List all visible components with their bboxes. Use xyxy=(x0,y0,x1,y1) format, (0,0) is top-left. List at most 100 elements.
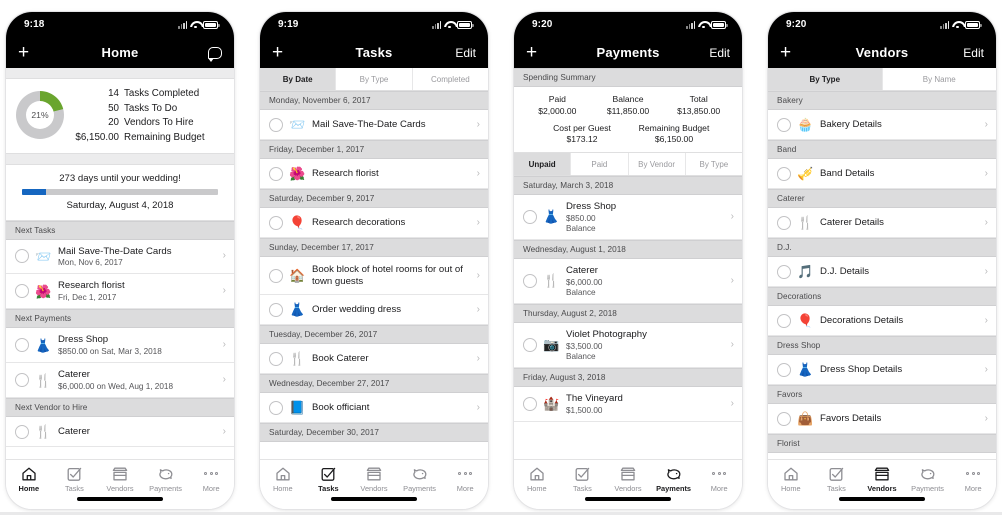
list-item[interactable]: 🏰 The Vineyard $1,500.00 › xyxy=(514,386,742,422)
chevron-right-icon: › xyxy=(476,352,480,364)
list-item[interactable]: 🏠 Book block of hotel rooms for out of to… xyxy=(260,257,488,295)
tab-home[interactable]: Home xyxy=(262,465,304,493)
list-item[interactable]: 👗 Dress Shop Details › xyxy=(768,355,996,385)
list-item[interactable]: 🍴 Caterer $6,000.00 Balance › xyxy=(514,258,742,304)
tab-vendors[interactable]: Vendors xyxy=(99,465,141,493)
tab-home[interactable]: Home xyxy=(8,465,50,493)
screen-content-payments[interactable]: Spending Summary Paid $2,000.00 Balance $11,… xyxy=(514,68,742,509)
tab-vendors[interactable]: Vendors xyxy=(607,465,649,493)
segment-by-type[interactable]: By Type xyxy=(768,68,883,90)
tab-more[interactable]: More xyxy=(444,465,486,493)
checkbox-circle[interactable] xyxy=(523,396,537,411)
plus-icon[interactable]: + xyxy=(18,43,29,62)
tab-tasks[interactable]: Tasks xyxy=(561,465,603,493)
spending-label: Remaining Budget xyxy=(638,122,710,133)
list-item[interactable]: 🎺 Band Details › xyxy=(768,159,996,189)
checkbox-circle[interactable] xyxy=(523,337,537,352)
tab-tasks[interactable]: Tasks xyxy=(53,465,95,493)
tab-tasks[interactable]: Tasks xyxy=(307,465,349,493)
summary-stat-label: Tasks To Do xyxy=(124,102,178,114)
list-item[interactable]: 🌺 Research florist Fri, Dec 1, 2017 › xyxy=(6,274,234,310)
screen-content-home[interactable]: 21% 14 Tasks Completed 50 Tasks To Do 20 Vendo… xyxy=(6,68,234,509)
spending-label: Paid xyxy=(548,94,566,104)
list-item[interactable]: 👗 Dress Shop $850.00 Balance › xyxy=(514,195,742,240)
checkbox-circle[interactable] xyxy=(15,284,29,299)
checkbox-circle[interactable] xyxy=(777,362,791,377)
list-item[interactable]: 🍴 Caterer › xyxy=(6,417,234,448)
list-item[interactable]: 🍴 Caterer Details › xyxy=(768,208,996,238)
list-item[interactable]: 📘 Book officiant › xyxy=(260,393,488,423)
tab-more[interactable]: More xyxy=(190,465,232,493)
checkbox-circle[interactable] xyxy=(269,268,283,283)
screen-content-vendors[interactable]: By Type By Name Bakery 🧁 Bakery Details › Band… xyxy=(768,68,996,509)
segment-by-type[interactable]: By Type xyxy=(685,153,742,175)
tab-vendors[interactable]: Vendors xyxy=(353,465,395,493)
tab-payments[interactable]: Payments xyxy=(907,465,949,493)
edit-button[interactable]: Edit xyxy=(455,46,476,60)
list-item[interactable]: 🧁 Bakery Details › xyxy=(768,110,996,140)
list-item[interactable]: 📷 Violet Photography $3,500.00 Balance › xyxy=(514,322,742,368)
checkbox-circle[interactable] xyxy=(269,302,283,317)
summary-stat-value: 20 xyxy=(108,117,119,128)
checkbox-circle[interactable] xyxy=(15,373,29,388)
tab-more[interactable]: More xyxy=(952,465,994,493)
list-item-content: Book block of hotel rooms for out of tow… xyxy=(312,264,471,288)
segment-by-vendor[interactable]: By Vendor xyxy=(628,153,686,175)
tab-vendors[interactable]: Vendors xyxy=(861,465,903,493)
checkbox-circle[interactable] xyxy=(269,215,283,230)
checkbox-circle[interactable] xyxy=(15,249,29,264)
checkbox-circle[interactable] xyxy=(777,264,791,279)
tab-payments[interactable]: Payments xyxy=(653,465,695,493)
list-item[interactable]: 🌺 Research florist › xyxy=(260,159,488,189)
wifi-icon xyxy=(952,21,962,29)
checkbox-circle[interactable] xyxy=(777,166,791,181)
checkbox-circle[interactable] xyxy=(777,215,791,230)
list-item[interactable]: 👗 Dress Shop $850.00 on Sat, Mar 3, 2018 › xyxy=(6,328,234,364)
edit-button[interactable]: Edit xyxy=(963,46,984,60)
completion-donut-chart: 21% xyxy=(16,91,64,140)
segment-completed[interactable]: Completed xyxy=(412,68,488,90)
chat-bubble-icon[interactable] xyxy=(207,46,222,62)
list-item-title: Violet Photography xyxy=(566,328,647,340)
edit-button[interactable]: Edit xyxy=(709,46,730,60)
nav-bar: + Vendors Edit xyxy=(768,37,996,68)
segment-paid[interactable]: Paid xyxy=(571,153,629,175)
list-item-content: Caterer $6,000.00 on Wed, Aug 1, 2018 xyxy=(58,369,217,391)
segment-by-name[interactable]: By Name xyxy=(882,68,996,90)
checkbox-circle[interactable] xyxy=(269,117,283,132)
plus-icon[interactable]: + xyxy=(272,43,283,62)
tab-label: Vendors xyxy=(614,484,642,493)
list-item[interactable]: 🍴 Book Caterer › xyxy=(260,344,488,374)
tab-more[interactable]: More xyxy=(698,465,740,493)
checkbox-circle[interactable] xyxy=(523,209,537,224)
tab-tasks[interactable]: Tasks xyxy=(815,465,857,493)
segment-unpaid[interactable]: Unpaid xyxy=(514,153,572,175)
checkbox-circle[interactable] xyxy=(777,117,791,132)
tab-payments[interactable]: Payments xyxy=(145,465,187,493)
checkbox-circle[interactable] xyxy=(269,166,283,181)
segment-by-type[interactable]: By Type xyxy=(336,68,413,90)
section-header: Band xyxy=(768,140,996,159)
list-item[interactable]: 👗 Order wedding dress › xyxy=(260,295,488,325)
list-item[interactable]: 📨 Mail Save-The-Date Cards Mon, Nov 6, 201… xyxy=(6,239,234,275)
checkbox-circle[interactable] xyxy=(777,313,791,328)
list-item[interactable]: 🍴 Caterer $6,000.00 on Wed, Aug 1, 2018 › xyxy=(6,363,234,399)
checkbox-circle[interactable] xyxy=(269,351,283,366)
plus-icon[interactable]: + xyxy=(780,43,791,62)
checkbox-circle[interactable] xyxy=(15,338,29,353)
checkbox-circle[interactable] xyxy=(777,411,791,426)
checkbox-circle[interactable] xyxy=(523,273,537,288)
segment-by-date[interactable]: By Date xyxy=(260,68,337,90)
list-item[interactable]: 🎈 Research decorations › xyxy=(260,208,488,238)
tab-home[interactable]: Home xyxy=(770,465,812,493)
list-item[interactable]: 🎈 Decorations Details › xyxy=(768,306,996,336)
checkbox-circle[interactable] xyxy=(269,400,283,415)
tab-home[interactable]: Home xyxy=(516,465,558,493)
plus-icon[interactable]: + xyxy=(526,43,537,62)
list-item[interactable]: 📨 Mail Save-The-Date Cards › xyxy=(260,110,488,140)
tab-payments[interactable]: Payments xyxy=(399,465,441,493)
screen-content-tasks[interactable]: By Date By Type Completed Monday, November … xyxy=(260,68,488,509)
list-item[interactable]: 👜 Favors Details › xyxy=(768,404,996,434)
checkbox-circle[interactable] xyxy=(15,424,29,439)
list-item[interactable]: 🎵 D.J. Details › xyxy=(768,257,996,287)
